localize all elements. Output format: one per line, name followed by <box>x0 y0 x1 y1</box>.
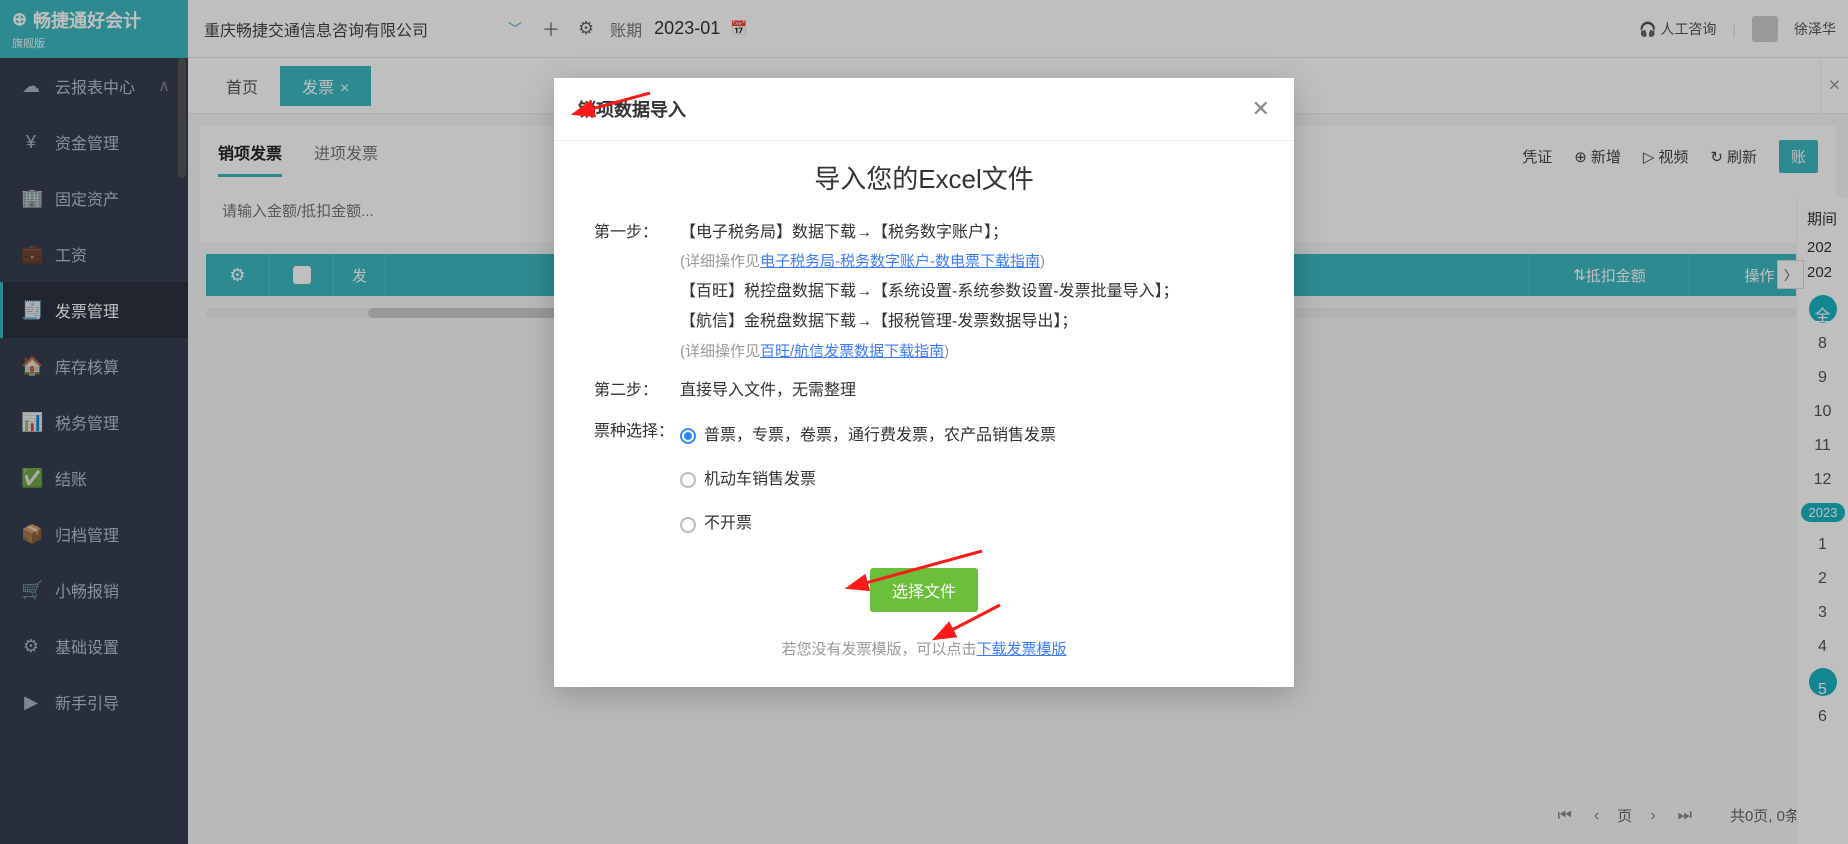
kind-option-1[interactable]: 普票，专票，卷票，通行费发票，农产品销售发票 <box>680 421 1056 451</box>
step1-line2: 【百旺】税控盘数据下载→【系统设置-系统参数设置-发票批量导入】； <box>680 277 1179 307</box>
kind-label: 票种选择： <box>594 417 680 441</box>
radio-icon <box>680 472 696 488</box>
radio-icon <box>680 517 696 533</box>
kind-option-2[interactable]: 机动车销售发票 <box>680 465 1056 495</box>
modal-footer: 若您没有发票模版，可以点击下载发票模版 <box>594 638 1254 659</box>
step1-label: 第一步： <box>594 218 680 242</box>
close-icon[interactable]: ✕ <box>1252 96 1270 122</box>
step2-text: 直接导入文件，无需整理 <box>680 376 856 406</box>
step1-line1: 【电子税务局】数据下载→【税务数字账户】； <box>680 218 1179 248</box>
step1-note1: (详细操作见电子税务局-税务数字账户-数电票下载指南) <box>680 248 1179 277</box>
step1-note2: (详细操作见百旺/航信发票数据下载指南) <box>680 338 1179 367</box>
modal-title: 销项数据导入 <box>578 96 686 122</box>
radio-icon <box>680 428 696 444</box>
modal-heading: 导入您的Excel文件 <box>594 159 1254 196</box>
step2-label: 第二步： <box>594 376 680 400</box>
download-template-link[interactable]: 下载发票模版 <box>977 641 1067 658</box>
bw-hx-guide-link[interactable]: 百旺/航信发票数据下载指南 <box>760 343 944 360</box>
etax-guide-link[interactable]: 电子税务局-税务数字账户-数电票下载指南 <box>760 253 1040 270</box>
kind-option-3[interactable]: 不开票 <box>680 509 1056 539</box>
import-modal: 销项数据导入 ✕ 导入您的Excel文件 第一步： 【电子税务局】数据下载→【税… <box>554 78 1294 687</box>
choose-file-button[interactable]: 选择文件 <box>870 568 978 612</box>
step1-line3: 【航信】金税盘数据下载→【报税管理-发票数据导出】； <box>680 307 1179 337</box>
